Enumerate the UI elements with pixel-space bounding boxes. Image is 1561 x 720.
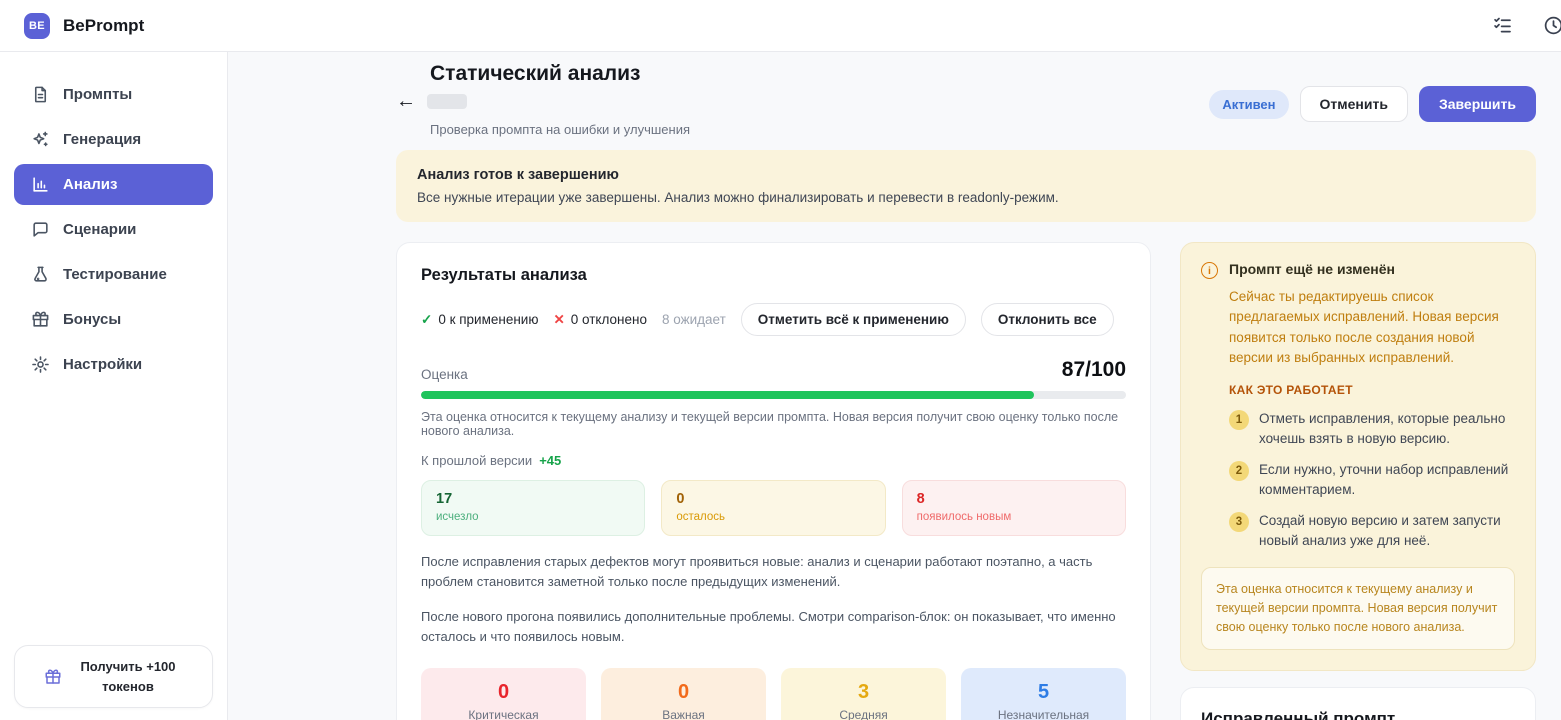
info-icon: i [1201,262,1218,279]
severity-card-medium: 3 Средняя [781,668,946,720]
results-card: Результаты анализа ✓ 0 к применению ✕ 0 … [396,242,1151,720]
task-list-icon[interactable] [1492,15,1513,36]
severity-card-critical: 0 Критическая [421,668,586,720]
sidebar-item-settings[interactable]: Настройки [14,344,213,385]
applied-stat: ✓ 0 к применению [421,311,539,328]
page-header: Статический анализ ← Проверка промпта на… [396,62,1536,137]
sidebar-item-label: Тестирование [63,266,167,283]
pending-stat: 8 ожидает [661,312,726,327]
prompt-unchanged-panel: i Промпт ещё не изменён Сейчас ты редакт… [1180,242,1536,671]
get-tokens-button[interactable]: Получить +100 токенов [14,645,213,708]
comparison-card-new: 8 появилось новым [901,480,1126,536]
bar-chart-icon [33,177,48,192]
app-logo: BE [24,12,50,39]
how-step-1: 1 Отметь исправления, которые реально хо… [1229,409,1515,448]
reject-all-button[interactable]: Отклонить все [980,303,1114,336]
score-progress-track [421,391,1126,399]
sidebar-item-analysis[interactable]: Анализ [14,164,213,205]
page-subtitle: Проверка промпта на ошибки и улучшения [430,122,690,137]
sidebar-item-testing[interactable]: Тестирование [14,254,213,295]
status-badge: Активен [1209,89,1289,119]
gift-icon [45,669,61,684]
step-number: 1 [1229,410,1249,430]
step-number: 3 [1229,512,1249,533]
sidebar-item-prompts[interactable]: Промпты [14,74,213,115]
page-title: Статический анализ [430,62,641,85]
score-label: Оценка [421,367,468,382]
how-step-2: 2 Если нужно, уточни набор исправлений к… [1229,460,1515,499]
loading-skeleton [427,93,467,109]
results-title: Результаты анализа [421,266,587,284]
score-progress-fill [421,391,1035,399]
sidebar-item-label: Анализ [63,176,118,193]
mark-all-button[interactable]: Отметить всё к применению [740,303,966,336]
score-value: 87/100 [1061,358,1126,381]
clock-icon[interactable] [1543,15,1561,36]
sidebar-item-label: Сценарии [63,221,137,238]
topbar: BE BePrompt [0,0,1561,52]
chat-icon [33,222,48,237]
flask-icon [34,266,47,282]
prev-version-row: К прошлой версии +45 [421,453,562,468]
fixed-prompt-title: Исправленный промпт [1201,708,1396,720]
results-paragraph-2: После нового прогона появились дополните… [421,609,1116,644]
check-icon: ✓ [421,311,433,327]
sidebar-item-bonuses[interactable]: Бонусы [14,299,213,340]
sidebar-item-label: Промпты [63,86,133,103]
sparkles-icon [33,131,48,147]
severity-card-minor: 5 Незначительная [961,668,1126,720]
ready-banner: Анализ готов к завершению Все нужные ите… [396,150,1536,222]
prev-version-delta: +45 [539,453,562,468]
sidebar-item-label: Настройки [63,356,143,373]
cross-icon: ✕ [553,311,565,327]
step-number: 2 [1229,461,1249,482]
how-it-works-title: КАК ЭТО РАБОТАЕТ [1229,383,1353,397]
gear-icon [32,356,49,373]
comparison-card-disappeared: 17 исчезло [421,480,646,536]
sidebar-item-label: Генерация [63,131,142,148]
main-area: Статический анализ ← Проверка промпта на… [228,52,1561,720]
banner-text: Все нужные итерации уже завершены. Анали… [417,190,1059,205]
sidebar-item-scenarios[interactable]: Сценарии [14,209,213,250]
how-step-3: 3 Создай новую версию и затем запусти но… [1229,511,1515,550]
sidebar-item-generation[interactable]: Генерация [14,119,213,160]
info-panel-title: Промпт ещё не изменён [1229,261,1396,277]
results-paragraph-1: После исправления старых дефектов могут … [421,554,1093,589]
score-note: Эта оценка относится к текущему анализу … [421,410,1119,438]
info-panel-note: Эта оценка относится к текущему анализу … [1201,567,1515,650]
finish-button[interactable]: Завершить [1418,86,1536,122]
severity-card-major: 0 Важная [601,668,766,720]
gift-icon [32,311,49,327]
cancel-button[interactable]: Отменить [1299,86,1408,122]
topbar-icons [1492,15,1561,36]
comparison-card-remaining: 0 осталось [661,480,886,536]
fixed-prompt-card: Исправленный промпт Показать идеальный К… [1180,686,1536,720]
info-panel-text: Сейчас ты редактируешь список предлагаем… [1229,289,1499,365]
get-tokens-label: Получить +100 токенов [80,659,176,694]
sidebar: Промпты Генерация Анализ Сценарии Тестир… [0,52,228,720]
rejected-stat: ✕ 0 отклонено [553,311,647,328]
document-icon [34,86,47,103]
brand-name: BePrompt [63,15,145,35]
banner-title: Анализ готов к завершению [417,167,619,183]
sidebar-item-label: Бонусы [63,311,122,328]
back-button[interactable]: ← [396,91,416,111]
